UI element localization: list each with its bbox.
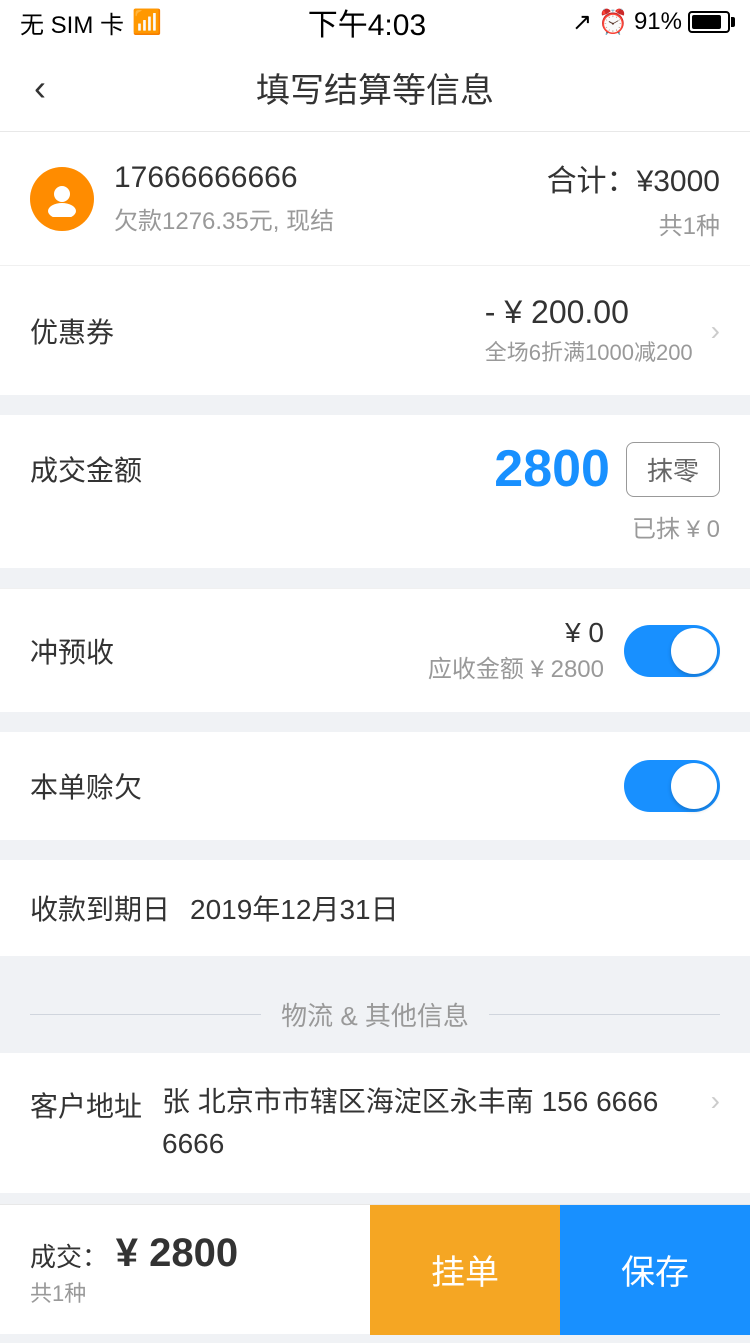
address-section: 客户地址 张 北京市市辖区海淀区永丰南 156 6666 6666 ›	[0, 1053, 750, 1193]
customer-sub-text: 欠款1276.35元, 现结	[114, 201, 547, 236]
status-time: 下午4:03	[308, 0, 426, 44]
transaction-section: 成交金额 2800 抹零 已抹 ¥ 0	[0, 415, 750, 568]
prepay-row: 冲预收 ¥ 0 应收金额 ¥ 2800	[0, 588, 750, 712]
carrier-text: 无 SIM 卡	[20, 5, 124, 40]
debt-toggle[interactable]	[624, 760, 720, 812]
total-count: 共1种	[547, 206, 720, 241]
wifi-icon: 📶	[132, 8, 162, 37]
duedate-value: 2019年12月31日	[190, 888, 399, 928]
deal-amount: ¥ 2800	[116, 1231, 238, 1275]
duedate-section: 收款到期日 2019年12月31日	[0, 860, 750, 956]
battery-icon	[688, 11, 730, 33]
debt-toggle-knob	[671, 763, 717, 809]
prepay-section: 冲预收 ¥ 0 应收金额 ¥ 2800	[0, 588, 750, 712]
duedate-label: 收款到期日	[30, 888, 170, 928]
battery-percent: 91%	[634, 8, 682, 36]
bottom-summary: 成交： ¥ 2800 共1种	[0, 1231, 370, 1308]
debt-section: 本单赊欠	[0, 732, 750, 840]
main-content: 17666666666 欠款1276.35元, 现结 合计：¥3000 共1种 …	[0, 132, 750, 1343]
bottom-bar: 成交： ¥ 2800 共1种 挂单 保存	[0, 1204, 750, 1334]
transaction-sub: 已抹 ¥ 0	[30, 509, 720, 544]
user-icon	[44, 181, 80, 217]
address-row[interactable]: 客户地址 张 北京市市辖区海淀区永丰南 156 6666 6666 ›	[0, 1053, 750, 1193]
status-bar: 无 SIM 卡 📶 下午4:03 ↗ ⏰ 91%	[0, 0, 750, 44]
coupon-label: 优惠券	[30, 311, 485, 351]
round-button[interactable]: 抹零	[626, 442, 720, 497]
transaction-label: 成交金额	[30, 449, 142, 489]
customer-phone: 17666666666	[114, 161, 547, 195]
coupon-row[interactable]: 优惠券 - ¥ 200.00 全场6折满1000减200 ›	[0, 265, 750, 395]
customer-row: 17666666666 欠款1276.35元, 现结 合计：¥3000 共1种	[0, 132, 750, 265]
coupon-right: - ¥ 200.00 全场6折满1000减200 ›	[485, 294, 720, 367]
address-value: 张 北京市市辖区海淀区永丰南 156 6666 6666	[162, 1081, 701, 1165]
page-header: ‹ 填写结算等信息	[0, 44, 750, 132]
save-button[interactable]: 保存	[560, 1205, 750, 1335]
page-title: 填写结算等信息	[256, 63, 494, 112]
deal-count: 共1种	[30, 1276, 340, 1308]
logistics-label: 物流 & 其他信息	[261, 996, 489, 1033]
deal-label: 成交：	[30, 1242, 108, 1272]
prepay-amount-group: ¥ 0 应收金额 ¥ 2800	[428, 617, 604, 684]
prepay-amount: ¥ 0	[428, 617, 604, 649]
status-left: 无 SIM 卡 📶	[20, 5, 162, 40]
customer-info: 17666666666 欠款1276.35元, 现结	[114, 161, 547, 236]
customer-total: 合计：¥3000 共1种	[547, 156, 720, 241]
toggle-knob	[671, 628, 717, 674]
transaction-row: 成交金额 2800 抹零	[30, 439, 720, 499]
prepay-right: ¥ 0 应收金额 ¥ 2800	[428, 617, 720, 684]
debt-label: 本单赊欠	[30, 766, 142, 806]
customer-section: 17666666666 欠款1276.35元, 现结 合计：¥3000 共1种 …	[0, 132, 750, 395]
total-amount: 合计：¥3000	[547, 156, 720, 200]
location-icon: ↗	[572, 8, 592, 37]
pending-button[interactable]: 挂单	[370, 1205, 560, 1335]
address-label: 客户地址	[30, 1081, 142, 1125]
transaction-value-group: 2800 抹零	[494, 439, 720, 499]
coupon-desc: 全场6折满1000减200	[485, 335, 693, 367]
avatar	[30, 167, 94, 231]
logistics-divider: 物流 & 其他信息	[0, 976, 750, 1053]
coupon-chevron-icon: ›	[711, 315, 720, 347]
coupon-amount: - ¥ 200.00	[485, 294, 693, 331]
prepay-toggle[interactable]	[624, 625, 720, 677]
prepay-label: 冲预收	[30, 631, 114, 671]
address-chevron-icon: ›	[711, 1081, 720, 1117]
transaction-amount: 2800	[494, 439, 610, 499]
status-right: ↗ ⏰ 91%	[572, 8, 730, 37]
prepay-sub: 应收金额 ¥ 2800	[428, 649, 604, 684]
back-button[interactable]: ‹	[24, 57, 56, 119]
alarm-icon: ⏰	[598, 8, 628, 37]
